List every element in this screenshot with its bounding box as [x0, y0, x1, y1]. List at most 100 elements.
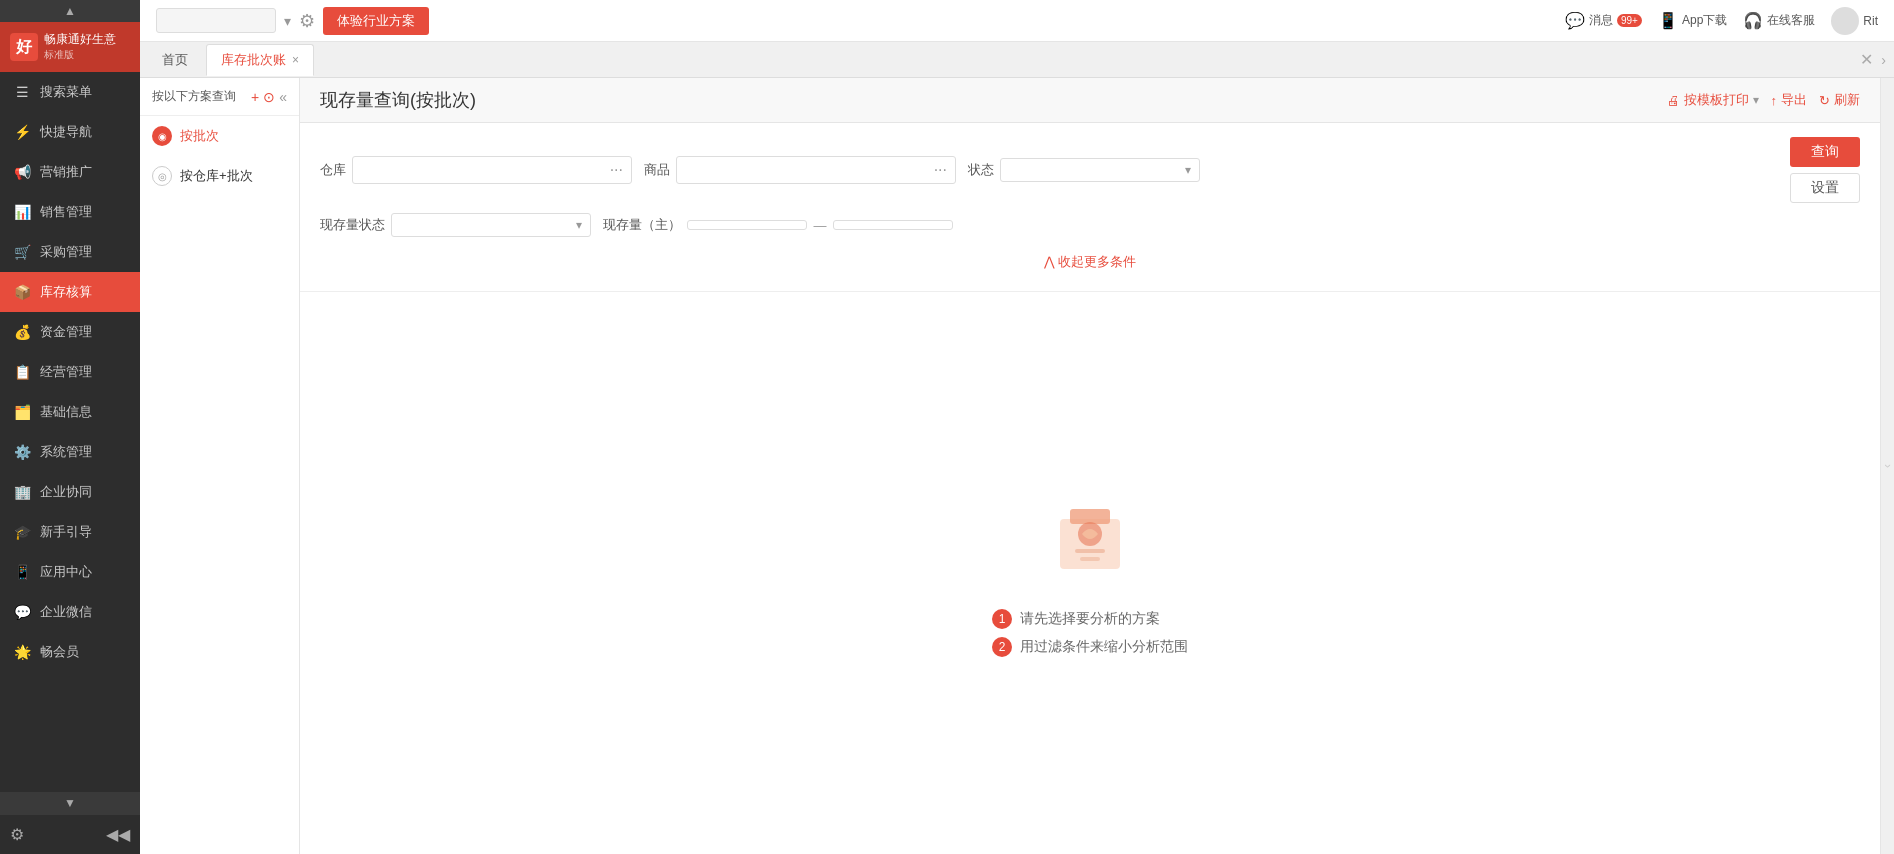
box-icon: 📦 [12, 282, 32, 302]
sidebar-item-enterprise[interactable]: 🏢 企业协同 [0, 472, 140, 512]
topbar-settings-icon[interactable]: ⚙ [299, 10, 315, 32]
topbar-right: 💬 消息 99+ 📱 App下载 🎧 在线客服 Rit [1565, 7, 1878, 35]
right-panel-toggle[interactable]: › [1880, 78, 1894, 854]
star-icon: 🌟 [12, 642, 32, 662]
scheme-panel-title: 按以下方案查询 [152, 88, 236, 105]
refresh-icon: ↻ [1819, 93, 1830, 108]
avatar [1831, 7, 1859, 35]
sidebar-item-quicknav[interactable]: ⚡ 快捷导航 [0, 112, 140, 152]
finance-label: 资金管理 [40, 323, 92, 341]
main-area: ▾ ⚙ 体验行业方案 💬 消息 99+ 📱 App下载 🎧 在线客服 Rit [140, 0, 1894, 854]
user-profile-button[interactable]: Rit [1831, 7, 1878, 35]
filter-area: 仓库 ··· 商品 ··· 状态 [300, 123, 1880, 292]
guide-icon: 🎓 [12, 522, 32, 542]
warehouse-dots-icon[interactable]: ··· [610, 161, 623, 179]
headset-icon: 🎧 [1743, 11, 1763, 30]
step-num-1: 1 [992, 609, 1012, 629]
topbar-input[interactable] [156, 8, 276, 33]
warehouse-label: 仓库 [320, 161, 346, 179]
message-label: 消息 [1589, 12, 1613, 29]
tab-bar-expand-icon[interactable]: › [1881, 52, 1886, 68]
settings-footer-icon[interactable]: ⚙ [10, 825, 24, 844]
filter-row-1: 仓库 ··· 商品 ··· 状态 [320, 137, 1860, 203]
settings-scheme-icon[interactable]: ⊙ [263, 89, 275, 105]
collapse-sidebar-icon[interactable]: ◀◀ [106, 825, 130, 844]
status-input[interactable]: ▾ [1000, 158, 1200, 182]
sidebar-item-newguide[interactable]: 🎓 新手引导 [0, 512, 140, 552]
weixin-label: 企业微信 [40, 603, 92, 621]
product-input[interactable]: ··· [676, 156, 956, 184]
stock-main-max-input[interactable] [833, 220, 953, 230]
refresh-button[interactable]: ↻ 刷新 [1819, 91, 1860, 109]
sidebar-item-sales[interactable]: 📊 销售管理 [0, 192, 140, 232]
stock-status-input[interactable]: ▾ [391, 213, 591, 237]
status-filter-field: 状态 ▾ [968, 158, 1200, 182]
scheme-item-batch[interactable]: ◉ 按批次 [140, 116, 299, 156]
sidebar-item-purchase[interactable]: 🛒 采购管理 [0, 232, 140, 272]
message-button[interactable]: 💬 消息 99+ [1565, 11, 1642, 30]
sidebar-item-system[interactable]: ⚙️ 系统管理 [0, 432, 140, 472]
app-download-button[interactable]: 📱 App下载 [1658, 11, 1727, 30]
collapse-scheme-icon[interactable]: « [279, 89, 287, 105]
sidebar-item-finance[interactable]: 💰 资金管理 [0, 312, 140, 352]
content-area: 现存量查询(按批次) 🖨 按模板打印 ▾ ↑ 导出 ↻ 刷新 [300, 78, 1880, 854]
enterprise-label: 企业协同 [40, 483, 92, 501]
sidebar-item-operations[interactable]: 📋 经营管理 [0, 352, 140, 392]
collapse-conditions-button[interactable]: ⋀ 收起更多条件 [320, 247, 1860, 277]
scheme-item-warehouse-batch[interactable]: ◎ 按仓库+批次 [140, 156, 299, 196]
system-label: 系统管理 [40, 443, 92, 461]
brand-name: 畅康通好生意 [44, 32, 116, 48]
stock-main-min-input[interactable] [687, 220, 807, 230]
user-name: Rit [1863, 14, 1878, 28]
settings-button[interactable]: 设置 [1790, 173, 1860, 203]
topbar-dropdown-arrow[interactable]: ▾ [284, 13, 291, 29]
warehouse-input[interactable]: ··· [352, 156, 632, 184]
sidebar-item-inventory[interactable]: 📦 库存核算 [0, 272, 140, 312]
message-icon: 💬 [1565, 11, 1585, 30]
sidebar-item-search[interactable]: ☰ 搜索菜单 [0, 72, 140, 112]
tab-inventory-batch[interactable]: 库存批次账 × [206, 44, 314, 76]
template-print-label: 按模板打印 [1684, 91, 1749, 109]
building-icon: 🏢 [12, 482, 32, 502]
sidebar-item-marketing[interactable]: 📢 营销推广 [0, 152, 140, 192]
topbar: ▾ ⚙ 体验行业方案 💬 消息 99+ 📱 App下载 🎧 在线客服 Rit [140, 0, 1894, 42]
svg-rect-3 [1075, 549, 1105, 553]
stock-status-chevron-icon[interactable]: ▾ [576, 218, 582, 232]
tab-bar-close-icon[interactable]: ✕ [1860, 50, 1873, 69]
add-scheme-icon[interactable]: + [251, 89, 259, 105]
print-dropdown-icon[interactable]: ▾ [1753, 93, 1759, 107]
phone-icon: 📱 [1658, 11, 1678, 30]
step-num-2: 2 [992, 637, 1012, 657]
action-buttons: 查询 设置 [1790, 137, 1860, 203]
tab-home[interactable]: 首页 [148, 45, 202, 75]
sidebar-item-weixin[interactable]: 💬 企业微信 [0, 592, 140, 632]
scheme-panel-icons: + ⊙ « [251, 89, 287, 105]
print-icon: 🖨 [1667, 93, 1680, 108]
sidebar-footer: ⚙ ◀◀ [0, 814, 140, 854]
tab-close-icon[interactable]: × [292, 53, 299, 67]
search-icon: ☰ [12, 82, 32, 102]
empty-illustration [1040, 489, 1140, 589]
export-button[interactable]: ↑ 导出 [1771, 91, 1808, 109]
page-header: 现存量查询(按批次) 🖨 按模板打印 ▾ ↑ 导出 ↻ 刷新 [300, 78, 1880, 123]
topbar-input-text [165, 12, 177, 29]
active-tab-label: 库存批次账 [221, 51, 286, 69]
sidebar-item-appcenter[interactable]: 📱 应用中心 [0, 552, 140, 592]
online-service-button[interactable]: 🎧 在线客服 [1743, 11, 1815, 30]
scroll-up-arrow[interactable]: ▲ [0, 0, 140, 22]
query-button[interactable]: 查询 [1790, 137, 1860, 167]
sidebar-item-basic[interactable]: 🗂️ 基础信息 [0, 392, 140, 432]
newguide-label: 新手引导 [40, 523, 92, 541]
status-chevron-icon[interactable]: ▾ [1185, 163, 1191, 177]
cart-icon: 🛒 [12, 242, 32, 262]
template-print-button[interactable]: 🖨 按模板打印 ▾ [1667, 91, 1759, 109]
chart-icon: 📊 [12, 202, 32, 222]
step-text-1: 请先选择要分析的方案 [1020, 610, 1160, 628]
refresh-label: 刷新 [1834, 91, 1860, 109]
sidebar-item-member[interactable]: 🌟 畅会员 [0, 632, 140, 672]
filter-row-2: 现存量状态 ▾ 现存量（主） — [320, 213, 1860, 237]
industry-solution-button[interactable]: 体验行业方案 [323, 7, 429, 35]
scroll-down-arrow[interactable]: ▼ [0, 792, 140, 814]
product-dots-icon[interactable]: ··· [934, 161, 947, 179]
chat-icon: 💬 [12, 602, 32, 622]
